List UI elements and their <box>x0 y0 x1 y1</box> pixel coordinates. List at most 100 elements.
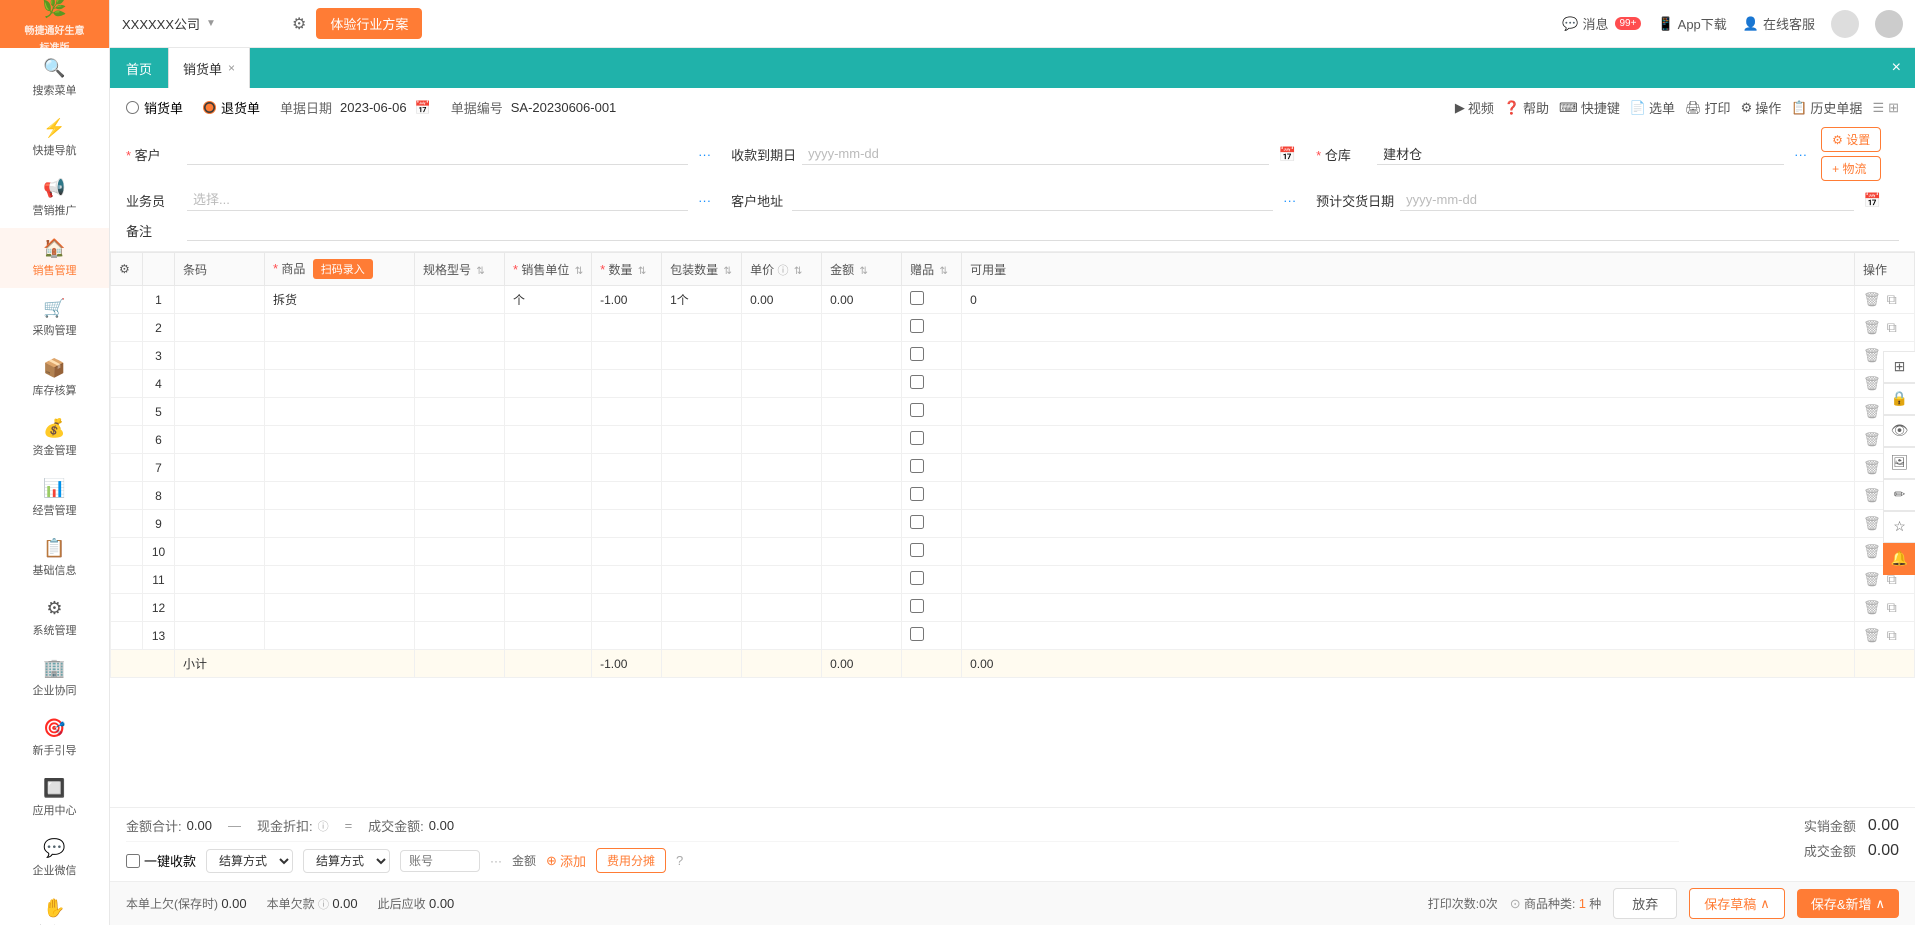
sidebar-item-marketing[interactable]: 📢 营销推广 <box>0 168 109 228</box>
action-history[interactable]: 📋 历史单据 <box>1791 98 1862 117</box>
row-barcode[interactable] <box>175 510 265 538</box>
sidebar-item-sales[interactable]: 🏠 销售管理 <box>0 228 109 288</box>
tab-bar-close-btn[interactable]: × <box>1878 59 1915 77</box>
trial-button[interactable]: 体验行业方案 <box>316 8 422 39</box>
sidebar-item-wechat[interactable]: 💬 企业微信 <box>0 828 109 888</box>
row-barcode[interactable] <box>175 398 265 426</box>
float-notification-btn[interactable]: 🔔 <box>1883 543 1915 575</box>
online-service-btn[interactable]: 👤 在线客服 <box>1743 14 1815 33</box>
row-barcode[interactable] <box>175 482 265 510</box>
row-barcode[interactable] <box>175 622 265 650</box>
salesperson-dots-icon[interactable]: ··· <box>698 193 711 208</box>
sidebar-item-guide[interactable]: 🎯 新手引导 <box>0 708 109 768</box>
scan-barcode-button[interactable]: 扫码录入 <box>313 259 373 279</box>
payment-due-input[interactable] <box>802 143 1269 165</box>
action-help[interactable]: ❓ 帮助 <box>1504 98 1549 117</box>
row-delete-icon[interactable]: 🗑 <box>1863 599 1881 616</box>
sidebar-item-finance[interactable]: 💰 资金管理 <box>0 408 109 468</box>
radio-return-input[interactable] <box>203 101 216 114</box>
row-delete-icon[interactable]: 🗑 <box>1863 403 1881 420</box>
sidebar-item-search[interactable]: 🔍 搜索菜单 <box>0 48 109 108</box>
row-copy-icon[interactable]: ⧉ <box>1887 319 1897 336</box>
row-barcode[interactable] <box>175 566 265 594</box>
action-operate[interactable]: ⚙ 操作 <box>1741 98 1782 117</box>
row-gift[interactable] <box>902 454 962 482</box>
message-btn[interactable]: 💬 消息 99+ <box>1562 14 1641 33</box>
sidebar-item-inventory[interactable]: 📦 库存核算 <box>0 348 109 408</box>
view-grid-icon[interactable]: ⊞ <box>1888 100 1899 116</box>
row-gift[interactable] <box>902 538 962 566</box>
logistics-button[interactable]: + 物流 <box>1821 156 1881 181</box>
row-gift[interactable] <box>902 510 962 538</box>
action-shortcut[interactable]: ⌨ 快捷键 <box>1559 98 1620 117</box>
fee-split-button[interactable]: 费用分摊 <box>596 848 666 873</box>
customer-dots-icon[interactable]: ··· <box>698 147 711 162</box>
radio-sale-input[interactable] <box>126 101 139 114</box>
row-gift[interactable] <box>902 342 962 370</box>
row-gift[interactable] <box>902 594 962 622</box>
row-barcode[interactable] <box>175 594 265 622</box>
row-barcode[interactable] <box>175 426 265 454</box>
avatar[interactable] <box>1831 10 1859 38</box>
row-copy-icon[interactable]: ⧉ <box>1887 599 1897 616</box>
row-delete-icon[interactable]: 🗑 <box>1863 515 1881 532</box>
header-gear-icon[interactable]: ⚙ <box>292 14 306 34</box>
th-settings[interactable]: ⚙ <box>111 253 143 286</box>
row-gift[interactable] <box>902 370 962 398</box>
tab-home[interactable]: 首页 <box>110 48 168 88</box>
save-new-button[interactable]: 保存&新增 ∧ <box>1797 889 1899 918</box>
fee-help-icon[interactable]: ? <box>676 853 683 868</box>
tab-salesbill[interactable]: 销货单 × <box>168 48 250 88</box>
setup-button[interactable]: ⚙ 设置 <box>1821 127 1881 152</box>
row-delete-icon[interactable]: 🗑 <box>1863 543 1881 560</box>
float-edit-btn[interactable]: ✏ <box>1883 479 1915 511</box>
row-delete-icon[interactable]: 🗑 <box>1863 431 1881 448</box>
row-delete-icon[interactable]: 🗑 <box>1863 487 1881 504</box>
row-barcode[interactable] <box>175 454 265 482</box>
row-delete-icon[interactable]: 🗑 <box>1863 375 1881 392</box>
float-lock-btn[interactable]: 🔒 <box>1883 383 1915 415</box>
warehouse-dots-icon[interactable]: ··· <box>1794 147 1807 162</box>
row-gift[interactable] <box>902 398 962 426</box>
sidebar-item-operation[interactable]: 📊 经营管理 <box>0 468 109 528</box>
radio-return[interactable]: 退货单 <box>203 98 260 117</box>
float-star-btn[interactable]: ☆ <box>1883 511 1915 543</box>
float-expand-btn[interactable]: ⊞ <box>1883 351 1915 383</box>
row-gift[interactable] <box>902 622 962 650</box>
customer-address-dots-icon[interactable]: ··· <box>1283 193 1296 208</box>
customer-input[interactable] <box>187 143 688 165</box>
settlement-method[interactable]: 结算方式 <box>303 849 390 873</box>
account-dots[interactable]: ··· <box>490 854 502 868</box>
sidebar-item-vip[interactable]: ✋ 畅会员 <box>0 888 109 925</box>
row-delete-icon[interactable]: 🗑 <box>1863 571 1881 588</box>
add-payment-btn[interactable]: ⊕ 添加 <box>546 851 586 870</box>
avatar2[interactable] <box>1875 10 1903 38</box>
sidebar-item-enterprise[interactable]: 🏢 企业协同 <box>0 648 109 708</box>
app-download-btn[interactable]: 📱 App下载 <box>1657 14 1726 33</box>
row-gift[interactable] <box>902 482 962 510</box>
sidebar-item-system[interactable]: ⚙ 系统管理 <box>0 588 109 648</box>
row-barcode[interactable] <box>175 538 265 566</box>
date-cal-icon[interactable]: 📅 <box>415 100 431 116</box>
sidebar-item-purchase[interactable]: 🛒 采购管理 <box>0 288 109 348</box>
row-gift[interactable] <box>902 286 962 314</box>
expected-date-input[interactable] <box>1400 189 1854 211</box>
radio-sale[interactable]: 销货单 <box>126 98 183 117</box>
row-delete-icon[interactable]: 🗑 <box>1863 459 1881 476</box>
payment-due-cal-icon[interactable]: 📅 <box>1279 146 1296 163</box>
action-print[interactable]: 🖨 打印 <box>1685 98 1731 117</box>
row-gift[interactable] <box>902 314 962 342</box>
tab-close-icon[interactable]: × <box>228 61 235 75</box>
warehouse-input[interactable] <box>1377 143 1784 165</box>
float-image-btn[interactable]: 🖼 <box>1883 447 1915 479</box>
settlement-select[interactable]: 结算方式 <box>206 849 293 873</box>
customer-address-input[interactable] <box>792 189 1273 211</box>
row-delete-icon[interactable]: 🗑 <box>1863 291 1881 308</box>
onepay-checkbox-item[interactable]: 一键收款 <box>126 851 196 870</box>
row-barcode[interactable] <box>175 314 265 342</box>
row-gift[interactable] <box>902 566 962 594</box>
remark-input[interactable] <box>187 219 1899 241</box>
view-list-icon[interactable]: ☰ <box>1872 100 1884 116</box>
action-video[interactable]: ▶ 视频 <box>1455 98 1494 117</box>
company-selector[interactable]: XXXXXX公司 ▼ <box>122 14 282 33</box>
